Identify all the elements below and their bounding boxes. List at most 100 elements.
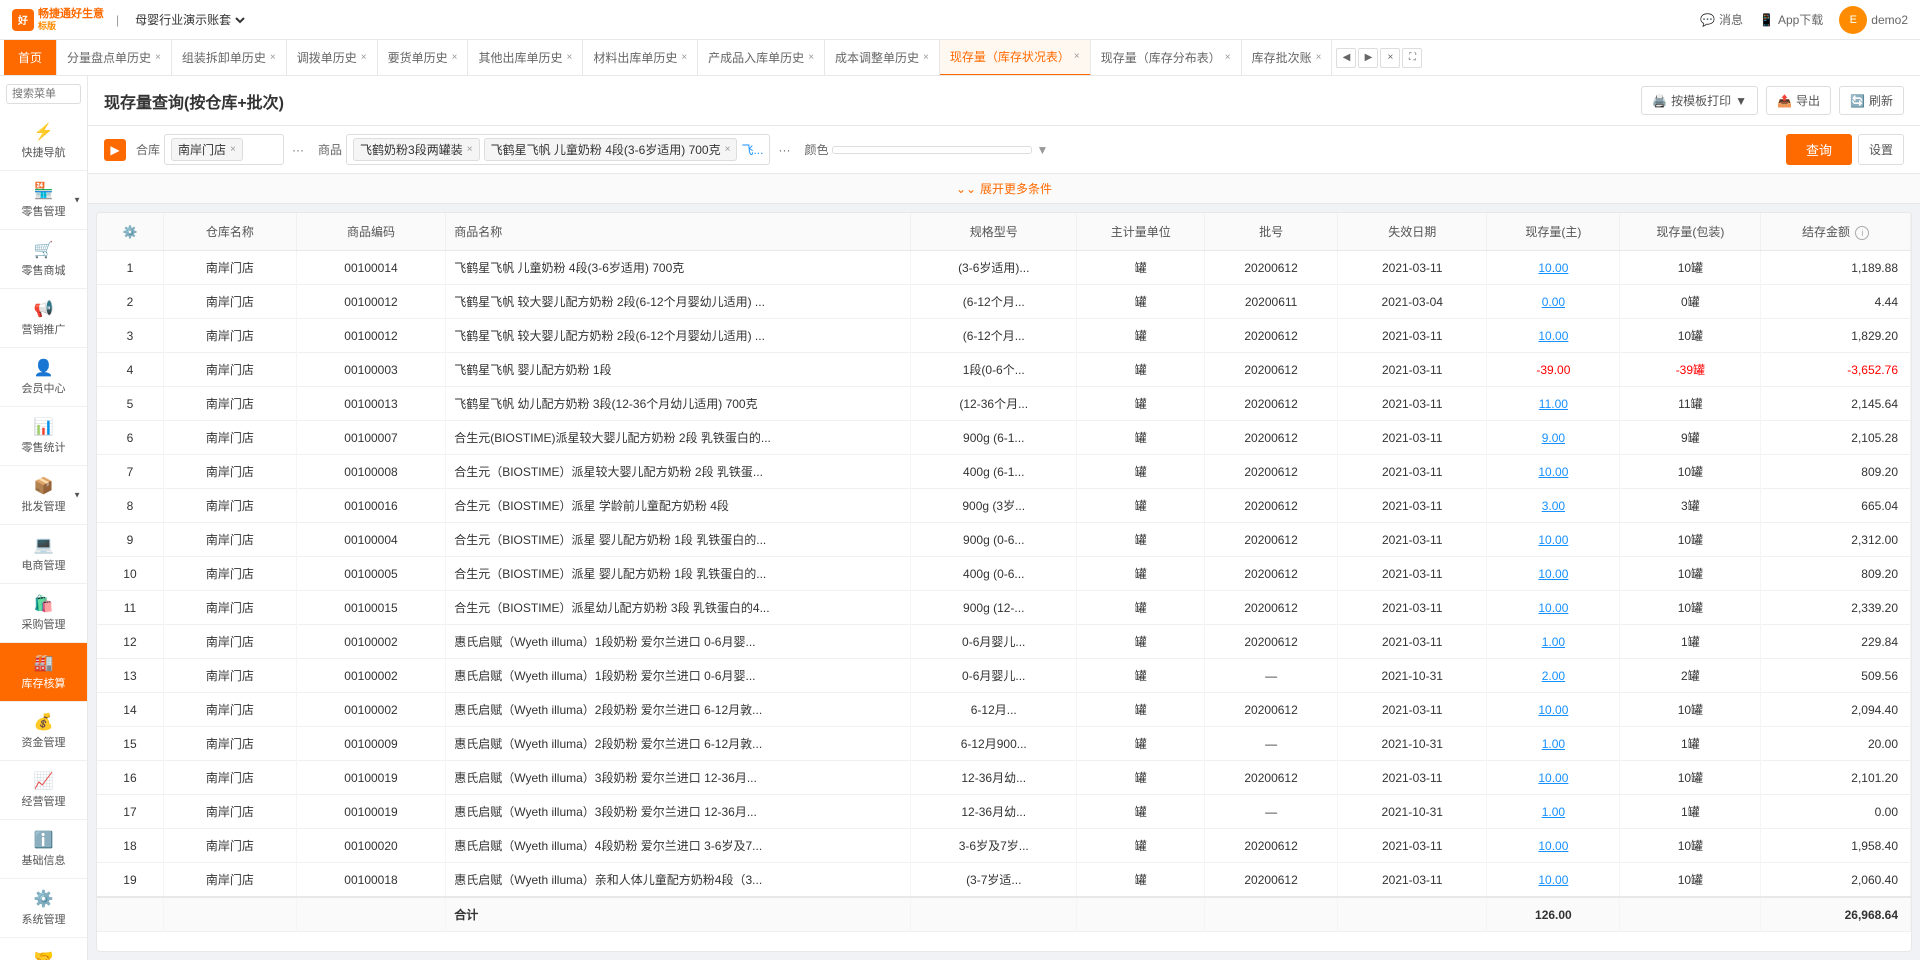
- cell-seq: 3: [97, 319, 163, 353]
- sidebar-item-ecommerce[interactable]: 💻 电商管理: [0, 525, 87, 584]
- sidebar-item-basic[interactable]: ℹ️ 基础信息: [0, 820, 87, 879]
- sidebar-item-management[interactable]: 📈 经营管理: [0, 761, 87, 820]
- sidebar-item-wholesale[interactable]: 📦 批发管理: [0, 466, 87, 525]
- cell-qty[interactable]: 1.00: [1487, 625, 1620, 659]
- account-select[interactable]: 母婴行业演示账套: [131, 12, 248, 28]
- tab-home[interactable]: 首页: [4, 40, 57, 76]
- tab-disassemble[interactable]: 组装拆卸单历史 ×: [172, 40, 287, 76]
- tab-partial-inventory[interactable]: 分量盘点单历史 ×: [57, 40, 172, 76]
- cell-qty[interactable]: 10.00: [1487, 829, 1620, 863]
- close-material-out[interactable]: ×: [681, 52, 687, 63]
- th-pkg: 现存量(包装): [1620, 213, 1761, 251]
- cell-qty[interactable]: 9.00: [1487, 421, 1620, 455]
- tab-batch-ledger[interactable]: 库存批次账 ×: [1242, 40, 1333, 76]
- refresh-btn[interactable]: 🔄 刷新: [1839, 86, 1904, 115]
- query-button[interactable]: 查询: [1786, 134, 1852, 165]
- cell-warehouse: 南岸门店: [163, 693, 296, 727]
- cell-qty[interactable]: 10.00: [1487, 591, 1620, 625]
- nav-next-arrow[interactable]: ▶: [1358, 48, 1378, 68]
- warehouse-tags-container[interactable]: 南岸门店 ×: [164, 134, 284, 165]
- cell-unit: 罐: [1077, 659, 1205, 693]
- th-settings[interactable]: ⚙️: [97, 213, 163, 251]
- close-inventory-dist[interactable]: ×: [1225, 52, 1231, 63]
- cell-qty[interactable]: 10.00: [1487, 251, 1620, 285]
- product-more-btn[interactable]: ···: [774, 143, 794, 157]
- sidebar-item-retail-shop[interactable]: 🛒 零售商城: [0, 230, 87, 289]
- close-other-out[interactable]: ×: [566, 52, 572, 63]
- account-dropdown[interactable]: 母婴行业演示账套: [131, 12, 248, 28]
- close-product-in[interactable]: ×: [808, 52, 814, 63]
- color-tags-container[interactable]: [832, 146, 1032, 154]
- close-disassemble[interactable]: ×: [270, 52, 276, 63]
- tab-inventory-status[interactable]: 现存量（库存状况表） ×: [940, 40, 1091, 76]
- user-area[interactable]: E demo2: [1839, 6, 1908, 34]
- sidebar-item-coop[interactable]: 🤝 企业协同: [0, 938, 87, 960]
- sidebar-item-inventory[interactable]: 🏭 库存核算: [0, 643, 87, 702]
- sidebar-item-retail-stat[interactable]: 📊 零售统计: [0, 407, 87, 466]
- cell-qty[interactable]: 10.00: [1487, 761, 1620, 795]
- close-partial-inventory[interactable]: ×: [155, 52, 161, 63]
- cell-qty[interactable]: 10.00: [1487, 863, 1620, 898]
- close-inventory-status[interactable]: ×: [1074, 51, 1080, 62]
- cell-name: 惠氏启赋（Wyeth illuma）1段奶粉 爱尔兰进口 0-6月婴...: [446, 625, 911, 659]
- cell-sku: 00100015: [296, 591, 445, 625]
- sidebar-item-system[interactable]: ⚙️ 系统管理: [0, 879, 87, 938]
- cell-sku: 00100004: [296, 523, 445, 557]
- tab-cost-adjust[interactable]: 成本调整单历史 ×: [825, 40, 940, 76]
- product-tag-1-remove[interactable]: ×: [467, 144, 473, 155]
- export-btn[interactable]: 📤 导出: [1766, 86, 1831, 115]
- table-row: 8 南岸门店 00100016 合生元（BIOSTIME）派星 学龄前儿童配方奶…: [97, 489, 1911, 523]
- cell-qty[interactable]: 10.00: [1487, 693, 1620, 727]
- cell-seq: 5: [97, 387, 163, 421]
- sidebar-item-member[interactable]: 👤 会员中心: [0, 348, 87, 407]
- sidebar-item-quick-nav[interactable]: ⚡ 快捷导航: [0, 112, 87, 171]
- tab-inventory-dist[interactable]: 现存量（库存分布表） ×: [1091, 40, 1242, 76]
- cell-qty[interactable]: 2.00: [1487, 659, 1620, 693]
- close-request[interactable]: ×: [452, 52, 458, 63]
- warehouse-more-btn[interactable]: ···: [288, 143, 308, 157]
- filter-expand-btn[interactable]: ▶: [104, 139, 126, 161]
- tab-other-out[interactable]: 其他出库单历史 ×: [468, 40, 583, 76]
- close-transfer[interactable]: ×: [361, 52, 367, 63]
- total-info-icon[interactable]: i: [1855, 226, 1869, 240]
- sidebar-search-input[interactable]: [6, 84, 81, 104]
- cell-seq: 1: [97, 251, 163, 285]
- cell-qty[interactable]: 10.00: [1487, 523, 1620, 557]
- nav-close-all[interactable]: ×: [1380, 48, 1400, 68]
- cell-qty[interactable]: 1.00: [1487, 795, 1620, 829]
- cell-qty[interactable]: 1.00: [1487, 727, 1620, 761]
- product-tag-2-remove[interactable]: ×: [725, 144, 731, 155]
- close-cost-adjust[interactable]: ×: [923, 52, 929, 63]
- tab-material-out[interactable]: 材料出库单历史 ×: [583, 40, 698, 76]
- tab-product-in[interactable]: 产成品入库单历史 ×: [698, 40, 825, 76]
- cell-qty[interactable]: 0.00: [1487, 285, 1620, 319]
- sidebar-item-marketing[interactable]: 📢 营销推广: [0, 289, 87, 348]
- cell-qty[interactable]: 10.00: [1487, 455, 1620, 489]
- close-batch-ledger[interactable]: ×: [1316, 52, 1322, 63]
- product-tags-container[interactable]: 飞鹤奶粉3段两罐装 × 飞鹤星飞帆 儿童奶粉 4段(3-6岁适用) 700克 ×…: [346, 134, 770, 165]
- tab-transfer[interactable]: 调拨单历史 ×: [287, 40, 378, 76]
- color-filter-label: 颜色: [804, 141, 828, 158]
- cell-batch: 20200612: [1205, 591, 1338, 625]
- cell-qty[interactable]: 3.00: [1487, 489, 1620, 523]
- cell-qty[interactable]: 10.00: [1487, 557, 1620, 591]
- cell-warehouse: 南岸门店: [163, 455, 296, 489]
- nav-prev-arrow[interactable]: ◀: [1336, 48, 1356, 68]
- sidebar-item-purchase[interactable]: 🛍️ 采购管理: [0, 584, 87, 643]
- cell-qty[interactable]: 10.00: [1487, 319, 1620, 353]
- color-dropdown-icon: ▼: [1036, 143, 1048, 157]
- th-name: 商品名称: [446, 213, 911, 251]
- sidebar-item-retail[interactable]: 🏪 零售管理: [0, 171, 87, 230]
- messages-btn[interactable]: 💬 消息: [1700, 11, 1743, 28]
- app-download-btn[interactable]: 📱 App下载: [1759, 11, 1823, 28]
- expand-more-btn[interactable]: ⌄⌄ 展开更多条件: [956, 180, 1052, 197]
- warehouse-tag-remove[interactable]: ×: [230, 144, 236, 155]
- product-more-tag[interactable]: 飞...: [741, 141, 763, 158]
- sidebar-item-finance[interactable]: 💰 资金管理: [0, 702, 87, 761]
- nav-fullscreen[interactable]: ⛶: [1402, 48, 1422, 68]
- cell-qty[interactable]: 11.00: [1487, 387, 1620, 421]
- cell-sku: 00100005: [296, 557, 445, 591]
- print-btn[interactable]: 🖨️ 按模板打印 ▼: [1641, 86, 1758, 115]
- settings-button[interactable]: 设置: [1858, 134, 1904, 165]
- tab-request[interactable]: 要货单历史 ×: [378, 40, 469, 76]
